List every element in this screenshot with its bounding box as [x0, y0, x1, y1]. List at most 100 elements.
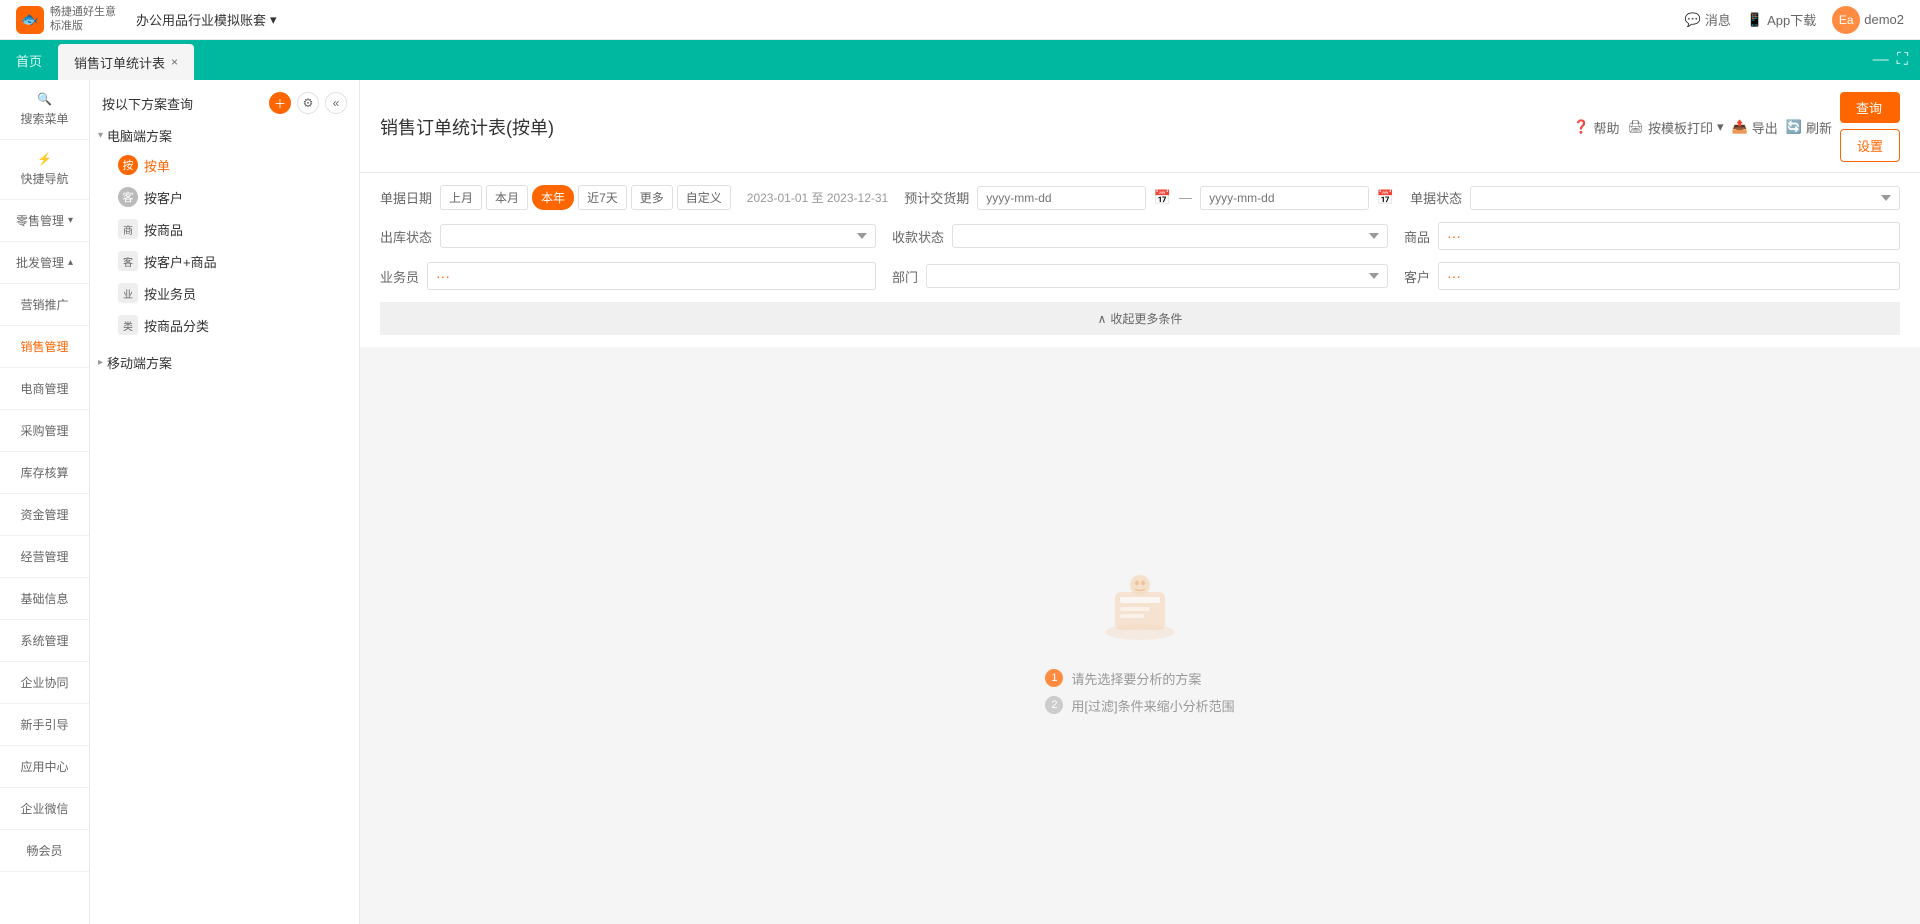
filter-area: 单据日期 上月 本月 本年 近7天 更多 自定义 2023-01-01 至 20… — [360, 173, 1920, 347]
chevron-down-icon: ▾ — [270, 12, 277, 28]
status-select[interactable] — [1470, 186, 1900, 210]
sidebar-item-onboarding[interactable]: 新手引导 — [0, 704, 89, 746]
expected-date-start-input[interactable] — [977, 186, 1146, 210]
expected-date-end-input[interactable] — [1200, 186, 1369, 210]
tab-close-icon[interactable]: × — [171, 55, 178, 69]
sidebar-item-membership[interactable]: 畅会员 — [0, 830, 89, 872]
sidebar-item-appstore[interactable]: 应用中心 — [0, 746, 89, 788]
scheme-item-order[interactable]: 按 按单 — [106, 149, 359, 181]
sidebar-item-operations[interactable]: 经营管理 — [0, 536, 89, 578]
panel-header: 按以下方案查询 ＋ ⚙ « — [90, 92, 359, 122]
filter-status-field: 单据状态 — [1410, 186, 1900, 210]
export-icon: 📤 — [1732, 119, 1748, 135]
sidebar: 🔍 搜索菜单 ⚡ 快捷导航 零售管理 ▾ 批发管理 ▴ 营销推广 销售管理 电商… — [0, 80, 90, 924]
panel-actions: ＋ ⚙ « — [269, 92, 347, 114]
sidebar-item-marketing[interactable]: 营销推广 — [0, 284, 89, 326]
page-title: 销售订单统计表(按单) — [380, 114, 554, 140]
sidebar-item-quicknav[interactable]: ⚡ 快捷导航 — [0, 140, 89, 200]
sidebar-item-inventory[interactable]: 库存核算 — [0, 452, 89, 494]
sidebar-item-sales[interactable]: 销售管理 — [0, 326, 89, 368]
settings-scheme-button[interactable]: ⚙ — [297, 92, 319, 114]
filter-salesperson-field: 业务员 ··· — [380, 262, 876, 290]
empty-state: 1 请先选择要分析的方案 2 用[过滤]条件来缩小分析范围 — [1045, 557, 1234, 715]
collapse-button[interactable]: ∧ 收起更多条件 — [1098, 310, 1183, 327]
content-area: 按以下方案查询 ＋ ⚙ « ▾ 电脑端方案 按 按单 客 按客户 — [90, 80, 1920, 924]
page-title-row: 销售订单统计表(按单) ❓ 帮助 🖨 按模板打印 ▾ 📤 — [380, 92, 1900, 162]
app-download-button[interactable]: 📱 App下载 — [1747, 10, 1816, 29]
query-button[interactable]: 查询 — [1840, 92, 1900, 123]
help-button[interactable]: ❓ 帮助 — [1573, 118, 1619, 137]
delivery-select[interactable] — [440, 224, 876, 248]
tab-minimize-icon[interactable]: — — [1873, 51, 1889, 69]
sidebar-item-retail[interactable]: 零售管理 ▾ — [0, 200, 89, 242]
date-btn-custom[interactable]: 自定义 — [677, 185, 731, 210]
scheme-icon-customer-goods: 客 — [118, 251, 138, 271]
filter-date-field: 单据日期 上月 本月 本年 近7天 更多 自定义 2023-01-01 至 20… — [380, 185, 888, 210]
payment-select[interactable] — [952, 224, 1388, 248]
scheme-item-customer[interactable]: 客 按客户 — [106, 181, 359, 213]
collapse-panel-button[interactable]: « — [325, 92, 347, 114]
pc-scheme-group[interactable]: ▾ 电脑端方案 — [90, 122, 359, 149]
expand-icon-mobile: ▸ — [98, 357, 103, 368]
quicknav-icon: ⚡ — [37, 152, 52, 166]
download-icon: 📱 — [1747, 12, 1763, 28]
logo-area: 🐟 畅捷通好生意 标准版 — [16, 6, 116, 34]
expand-icon: ▾ — [98, 130, 103, 141]
print-icon: 🖨 — [1628, 119, 1645, 135]
sidebar-item-purchase[interactable]: 采购管理 — [0, 410, 89, 452]
empty-hints: 1 请先选择要分析的方案 2 用[过滤]条件来缩小分析范围 — [1045, 669, 1234, 715]
sidebar-item-enterprise[interactable]: 企业协同 — [0, 662, 89, 704]
sidebar-item-system[interactable]: 系统管理 — [0, 620, 89, 662]
settings-button[interactable]: 设置 — [1840, 129, 1900, 162]
scheme-item-customer-goods[interactable]: 客 按客户+商品 — [106, 245, 359, 277]
calendar-icon-end[interactable]: 📅 — [1377, 189, 1394, 206]
user-menu[interactable]: Ea demo2 — [1832, 6, 1904, 34]
app-selector[interactable]: 办公用品行业模拟账套 ▾ — [136, 10, 277, 29]
message-button[interactable]: 💬 消息 — [1685, 10, 1731, 29]
date-btn-thismonth[interactable]: 本月 — [486, 185, 528, 210]
dept-select[interactable] — [926, 264, 1388, 288]
goods-picker-icon[interactable]: ··· — [1447, 228, 1461, 244]
scheme-icon-customer: 客 — [118, 187, 138, 207]
sidebar-item-wechat[interactable]: 企业微信 — [0, 788, 89, 830]
date-btn-thisyear[interactable]: 本年 — [532, 185, 574, 210]
sidebar-item-basic-info[interactable]: 基础信息 — [0, 578, 89, 620]
sidebar-item-ecommerce[interactable]: 电商管理 — [0, 368, 89, 410]
tab-home[interactable]: 首页 — [0, 40, 58, 80]
scheme-item-salesperson[interactable]: 业 按业务员 — [106, 277, 359, 309]
add-scheme-button[interactable]: ＋ — [269, 92, 291, 114]
tab-expand-icon[interactable]: ⛶ — [1897, 51, 1908, 69]
message-icon: 💬 — [1685, 12, 1701, 28]
filter-payment-field: 收款状态 — [892, 224, 1388, 248]
salesperson-picker-icon[interactable]: ··· — [436, 268, 450, 284]
right-panel: 销售订单统计表(按单) ❓ 帮助 🖨 按模板打印 ▾ 📤 — [360, 80, 1920, 924]
sidebar-item-search[interactable]: 🔍 搜索菜单 — [0, 80, 89, 140]
sidebar-item-finance[interactable]: 资金管理 — [0, 494, 89, 536]
chevron-up-icon: ∧ — [1098, 312, 1107, 326]
mobile-scheme-group[interactable]: ▸ 移动端方案 — [90, 349, 359, 376]
filter-row-2: 出库状态 收款状态 商品 ··· — [380, 222, 1900, 250]
help-icon: ❓ — [1573, 119, 1589, 135]
date-btn-lastmonth[interactable]: 上月 — [440, 185, 482, 210]
hint-2: 2 用[过滤]条件来缩小分析范围 — [1045, 696, 1234, 715]
tab-bar: 首页 销售订单统计表 × — ⛶ — [0, 40, 1920, 80]
scheme-item-goods[interactable]: 商 按商品 — [106, 213, 359, 245]
template-print-button[interactable]: 🖨 按模板打印 ▾ — [1628, 118, 1724, 137]
date-btn-7days[interactable]: 近7天 — [578, 185, 627, 210]
chevron-up-icon: ▴ — [68, 257, 73, 268]
tab-sales-order[interactable]: 销售订单统计表 × — [58, 44, 194, 80]
scheme-item-category[interactable]: 类 按商品分类 — [106, 309, 359, 341]
calendar-icon-start[interactable]: 📅 — [1154, 189, 1171, 206]
date-btn-more[interactable]: 更多 — [631, 185, 673, 210]
scheme-icon-order: 按 — [118, 155, 138, 175]
filter-row-1: 单据日期 上月 本月 本年 近7天 更多 自定义 2023-01-01 至 20… — [380, 185, 1900, 210]
customer-picker-icon[interactable]: ··· — [1447, 268, 1461, 284]
pc-scheme-items: 按 按单 客 按客户 商 按商品 客 按客户+商品 业 按业务员 — [90, 149, 359, 341]
filter-customer-field: 客户 ··· — [1404, 262, 1900, 290]
scheme-icon-goods: 商 — [118, 219, 138, 239]
search-icon: 🔍 — [37, 92, 52, 106]
hint-1: 1 请先选择要分析的方案 — [1045, 669, 1234, 688]
sidebar-item-wholesale[interactable]: 批发管理 ▴ — [0, 242, 89, 284]
export-button[interactable]: 📤 导出 — [1732, 118, 1778, 137]
refresh-button[interactable]: 🔄 刷新 — [1786, 118, 1832, 137]
